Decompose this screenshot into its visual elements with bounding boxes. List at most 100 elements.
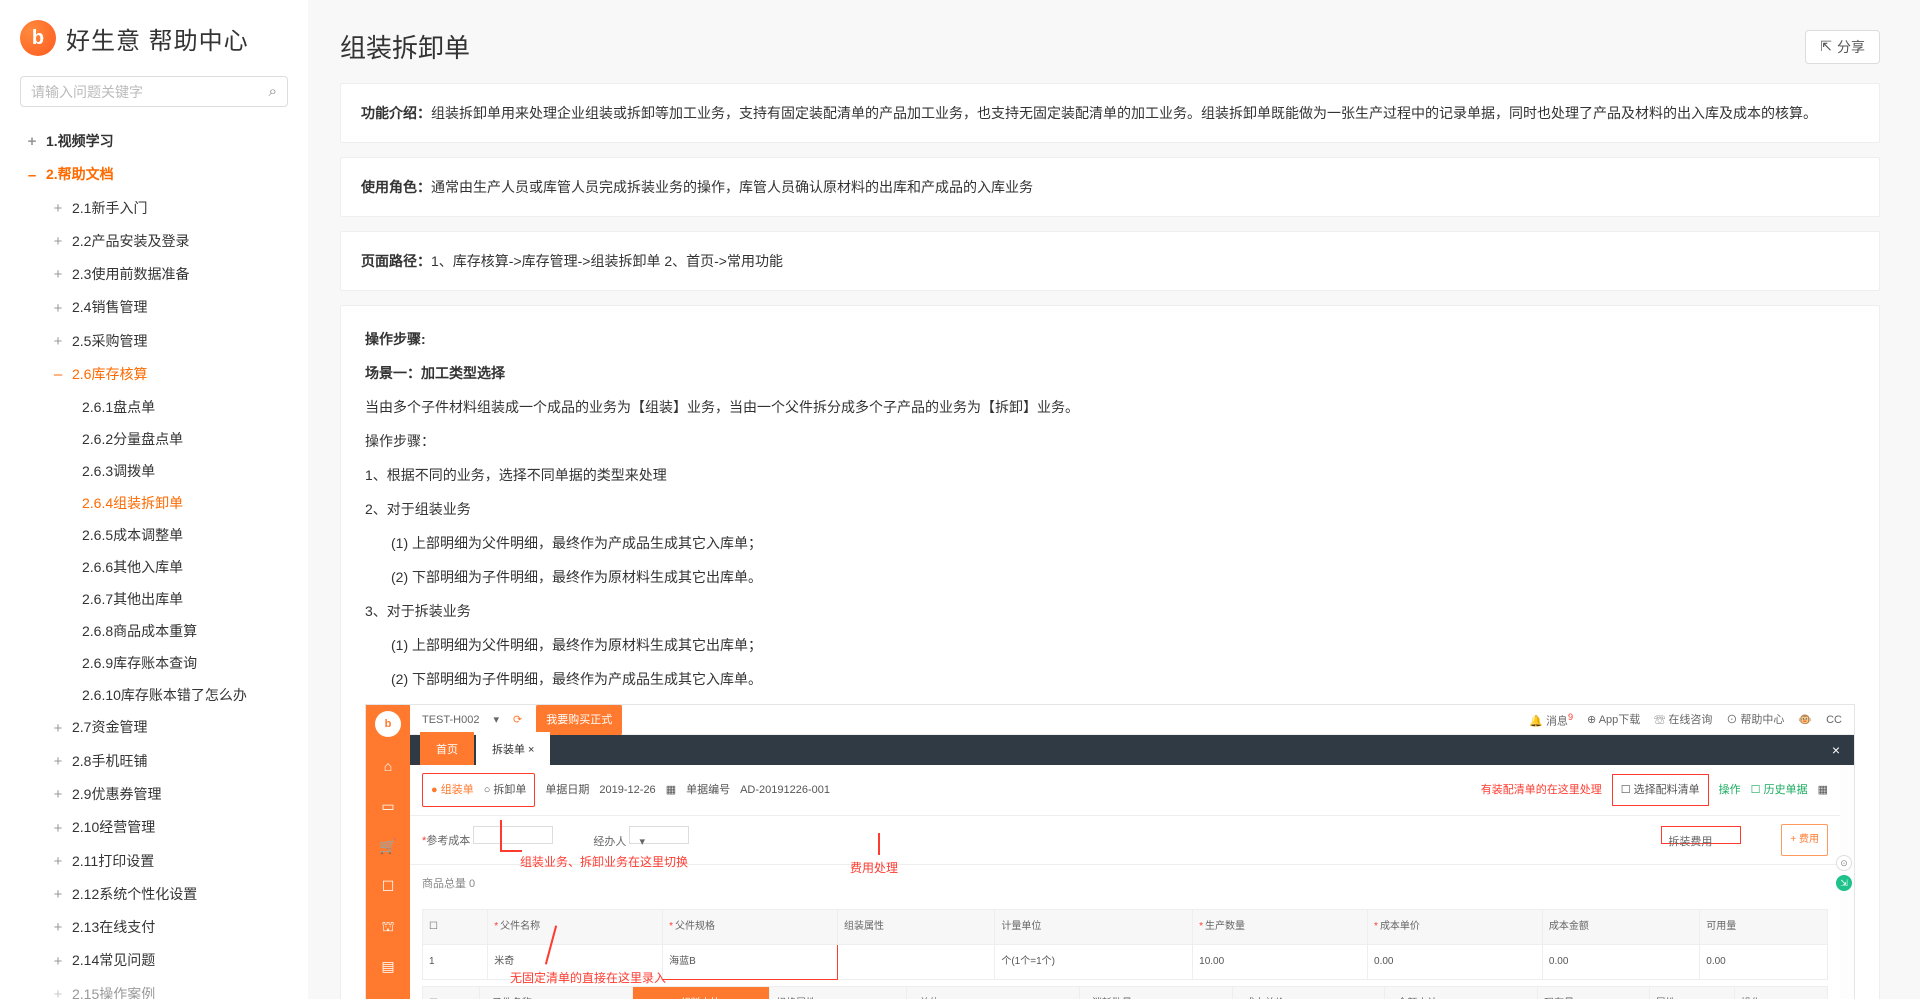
plus-icon: + <box>50 813 66 845</box>
arrow-icon <box>878 833 880 855</box>
plus-icon: + <box>50 912 66 944</box>
nav-2-6-8[interactable]: 2.6.8商品成本重算 <box>20 615 288 647</box>
search-icon[interactable]: ⌕ <box>269 83 277 100</box>
scene-title: 加工类型选择 <box>421 365 505 381</box>
intro-text: 组装拆卸单用来处理企业组装或拆卸等加工业务，支持有固定装配清单的产品加工业务，也… <box>431 105 1817 121</box>
chart-icon: ▤ <box>377 955 399 977</box>
chevron-down-icon: ▾ <box>493 707 499 733</box>
nav-2-6-4[interactable]: 2.6.4组装拆卸单 <box>20 487 288 519</box>
grid-icon: ▦ <box>1818 777 1828 803</box>
ss-body: ● 组装单 ○ 拆卸单 单据日期 2019-12-26 ▦ 单据编号 AD-20… <box>410 765 1840 999</box>
ss-sidebar: b ⌂ ▭ 🛒 ☐ ⛫ ▤ <box>366 705 410 999</box>
ss-app: ⊕ App下载 <box>1587 707 1640 733</box>
refresh-icon: ⟳ <box>513 707 522 733</box>
ss-type-radio: ● 组装单 ○ 拆卸单 <box>422 773 535 807</box>
avatar-icon: 🐵 <box>1798 707 1812 733</box>
path-label: 页面路径： <box>361 253 431 269</box>
search-box[interactable]: ⌕ <box>20 76 288 107</box>
cart-icon: 🛒 <box>377 835 399 857</box>
steps-title: 操作步骤: <box>365 326 1855 352</box>
plus-icon: + <box>50 979 66 999</box>
nav-2-14[interactable]: +2.14常见问题 <box>20 944 288 977</box>
nav-2-6-5[interactable]: 2.6.5成本调整单 <box>20 519 288 551</box>
box-icon: ☐ <box>377 875 399 897</box>
nav-2-6-1[interactable]: 2.6.1盘点单 <box>20 391 288 423</box>
nav-2-11[interactable]: +2.11打印设置 <box>20 845 288 878</box>
ss-op: 操作 <box>1719 777 1741 803</box>
nav-video[interactable]: +1.视频学习 <box>20 125 288 158</box>
embedded-screenshot: b ⌂ ▭ 🛒 ☐ ⛫ ▤ TEST-H002 ▾ ⟳ 我要购买正式 🔔 消息9… <box>365 704 1855 999</box>
nav-2-5[interactable]: +2.5采购管理 <box>20 325 288 358</box>
arrow-icon <box>500 850 522 852</box>
nav-2-6-6[interactable]: 2.6.6其他入库单 <box>20 551 288 583</box>
nav-2-1[interactable]: +2.1新手入门 <box>20 192 288 225</box>
ss-buy-button: 我要购买正式 <box>536 704 622 736</box>
site-logo: b 好生意 帮助中心 <box>20 20 288 56</box>
ss-fee-button: + 费用 <box>1781 824 1828 856</box>
expand-icon: ⇲ <box>1836 875 1852 891</box>
calendar-icon: ▦ <box>666 777 676 803</box>
nav-2-3[interactable]: +2.3使用前数据准备 <box>20 258 288 291</box>
nav-2-2[interactable]: +2.2产品安装及登录 <box>20 225 288 258</box>
ss-tab-home: 首页 <box>420 732 474 768</box>
home-icon: ⌂ <box>377 755 399 777</box>
nav-2-7[interactable]: +2.7资金管理 <box>20 711 288 744</box>
plus-icon: + <box>50 946 66 978</box>
main-content: 组装拆卸单 ⇱ 分享 功能介绍：组装拆卸单用来处理企业组装或拆卸等加工业务，支持… <box>308 0 1920 999</box>
arrow-icon <box>500 820 502 850</box>
step-1: 1、根据不同的业务，选择不同单据的类型来处理 <box>365 462 1855 488</box>
nav-2-13[interactable]: +2.13在线支付 <box>20 911 288 944</box>
nav-tree: +1.视频学习 –2.帮助文档 +2.1新手入门 +2.2产品安装及登录 +2.… <box>20 125 288 999</box>
ss-chat: ☏ 在线咨询 <box>1654 707 1712 733</box>
ops-label: 操作步骤： <box>365 428 1855 454</box>
minus-icon: – <box>50 359 66 391</box>
plus-icon: + <box>50 293 66 325</box>
plus-icon: + <box>50 259 66 291</box>
nav-2-10[interactable]: +2.10经营管理 <box>20 811 288 844</box>
ss-docno: AD-20191226-001 <box>740 777 830 803</box>
ss-history: ☐ 历史单据 <box>1751 777 1808 803</box>
ss-help: ⊙ 帮助中心 <box>1726 707 1784 733</box>
nav-2-6-3[interactable]: 2.6.3调拨单 <box>20 455 288 487</box>
path-card: 页面路径：1、库存核算->库存管理->组装拆卸单 2、首页->常用功能 <box>340 231 1880 291</box>
scene-label: 场景一： <box>365 365 421 381</box>
ss-select-bom: ☐ 选择配料清单 <box>1612 774 1709 806</box>
nav-2-4[interactable]: +2.4销售管理 <box>20 291 288 324</box>
ss-topbar: TEST-H002 ▾ ⟳ 我要购买正式 🔔 消息9 ⊕ App下载 ☏ 在线咨… <box>410 705 1854 735</box>
path-text: 1、库存核算->库存管理->组装拆卸单 2、首页->常用功能 <box>431 253 783 269</box>
plus-icon: + <box>50 879 66 911</box>
ss-tab-current: 拆装单 × <box>476 732 550 768</box>
search-input[interactable] <box>31 84 269 100</box>
close-icon: × <box>1818 737 1854 763</box>
step-3b: (2) 下部明细为子件明细，最终作为产成品生成其它入库单。 <box>365 666 1855 692</box>
nav-2-6-10[interactable]: 2.6.10库存账本错了怎么办 <box>20 679 288 711</box>
role-card: 使用角色：通常由生产人员或库管人员完成拆装业务的操作，库管人员确认原材料的出库和… <box>340 157 1880 217</box>
ss-user: CC <box>1826 707 1842 733</box>
nav-2-6-7[interactable]: 2.6.7其他出库单 <box>20 583 288 615</box>
nav-2-9[interactable]: +2.9优惠券管理 <box>20 778 288 811</box>
minus-icon: – <box>24 160 40 192</box>
nav-2-8[interactable]: +2.8手机旺铺 <box>20 745 288 778</box>
role-label: 使用角色： <box>361 179 431 195</box>
step-3a: (1) 上部明细为父件明细，最终作为原材料生成其它出库单； <box>365 632 1855 658</box>
nav-2-6-2[interactable]: 2.6.2分量盘点单 <box>20 423 288 455</box>
nav-2-15[interactable]: +2.15操作案例 <box>20 978 288 999</box>
annot-1: 有装配清单的在这里处理 <box>1481 777 1602 803</box>
plus-icon: + <box>50 846 66 878</box>
plus-icon: + <box>50 746 66 778</box>
ss-date: 2019-12-26 <box>599 777 655 803</box>
scene-desc: 当由多个子件材料组装成一个成品的业务为【组装】业务，当由一个父件拆分成多个子产品… <box>365 394 1855 420</box>
ss-side-buttons: ⊙ ⇲ <box>1836 855 1855 891</box>
nav-2-6[interactable]: –2.6库存核算 <box>20 358 288 391</box>
site-title: 好生意 帮助中心 <box>66 21 249 56</box>
nav-2-12[interactable]: +2.12系统个性化设置 <box>20 878 288 911</box>
annot-4: 无固定清单的直接在这里录入 <box>510 965 666 991</box>
store-icon: ⛫ <box>377 915 399 937</box>
role-text: 通常由生产人员或库管人员完成拆装业务的操作，库管人员确认原材料的出库和产成品的入… <box>431 179 1033 195</box>
nav-docs[interactable]: –2.帮助文档 <box>20 158 288 191</box>
steps-card: 操作步骤: 场景一：加工类型选择 当由多个子件材料组装成一个成品的业务为【组装】… <box>340 305 1880 999</box>
nav-2-6-9[interactable]: 2.6.9库存账本查询 <box>20 647 288 679</box>
share-icon: ⇱ <box>1820 38 1832 55</box>
step-3: 3、对于拆装业务 <box>365 598 1855 624</box>
share-button[interactable]: ⇱ 分享 <box>1805 30 1880 64</box>
